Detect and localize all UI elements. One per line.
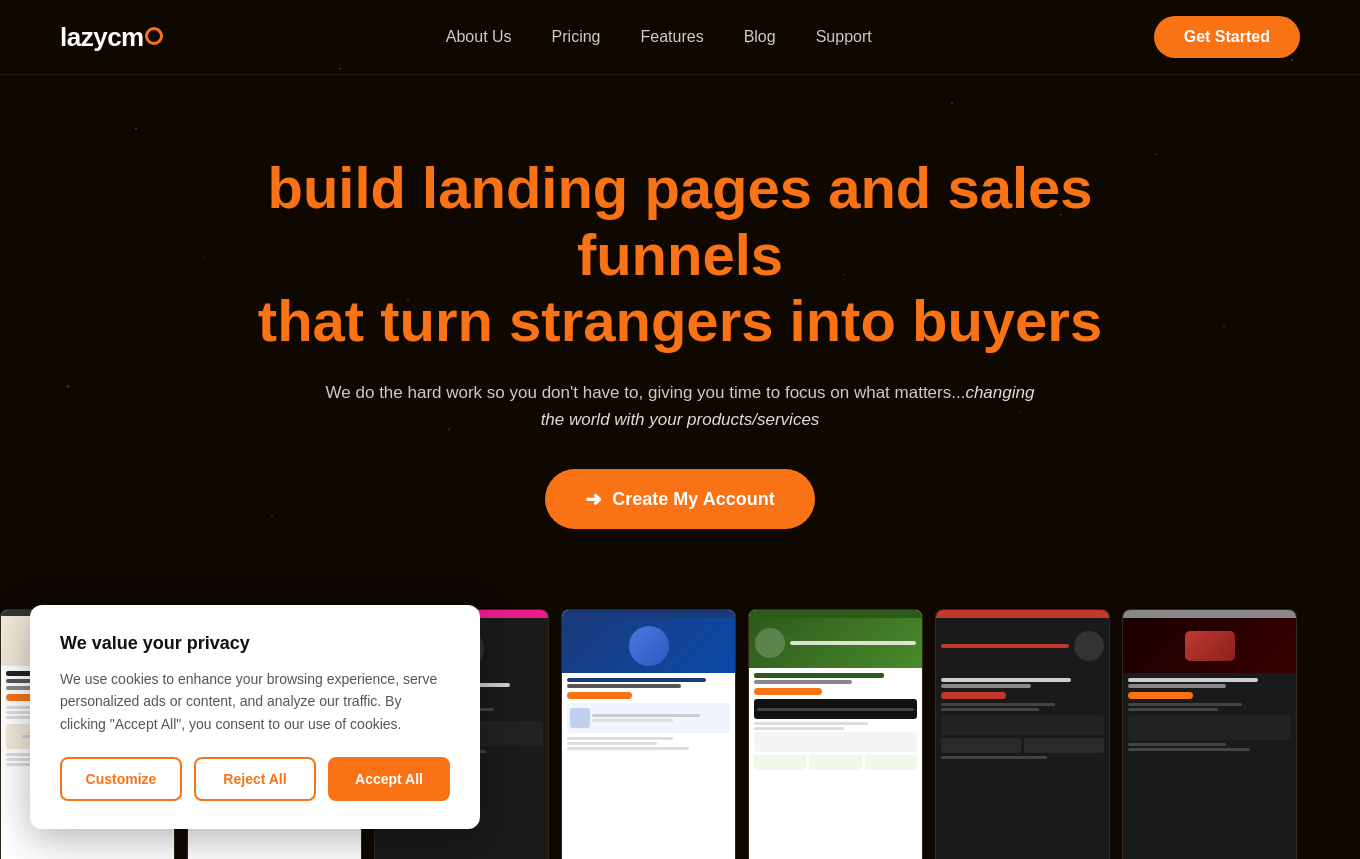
get-started-button[interactable]: Get Started (1154, 16, 1300, 58)
nav-about[interactable]: About Us (446, 28, 512, 45)
cookie-title: We value your privacy (60, 633, 450, 654)
logo[interactable]: lazycm (60, 22, 164, 53)
create-account-button[interactable]: ➜ Create My Account (545, 469, 814, 529)
nav-links: About Us Pricing Features Blog Support (446, 28, 872, 46)
cookie-customize-button[interactable]: Customize (60, 757, 182, 801)
cookie-reject-button[interactable]: Reject All (194, 757, 316, 801)
arrow-icon: ➜ (585, 487, 602, 511)
gallery-card-7[interactable] (1122, 609, 1297, 859)
cookie-accept-button[interactable]: Accept All (328, 757, 450, 801)
hero-headline: build landing pages and sales funnels th… (230, 155, 1130, 355)
logo-text: lazycm (60, 22, 144, 53)
gallery-card-6[interactable] (935, 609, 1110, 859)
hero-section: build landing pages and sales funnels th… (0, 75, 1360, 579)
logo-icon (145, 27, 163, 45)
hero-subtext: We do the hard work so you don't have to… (320, 379, 1040, 433)
navbar: lazycm About Us Pricing Features Blog Su… (0, 0, 1360, 75)
nav-support[interactable]: Support (816, 28, 872, 45)
cookie-body: We use cookies to enhance your browsing … (60, 668, 450, 735)
gallery-card-4[interactable] (561, 609, 736, 859)
nav-pricing[interactable]: Pricing (552, 28, 601, 45)
cookie-buttons: Customize Reject All Accept All (60, 757, 450, 801)
nav-features[interactable]: Features (640, 28, 703, 45)
cookie-banner: We value your privacy We use cookies to … (30, 605, 480, 829)
gallery-card-5[interactable] (748, 609, 923, 859)
nav-blog[interactable]: Blog (744, 28, 776, 45)
